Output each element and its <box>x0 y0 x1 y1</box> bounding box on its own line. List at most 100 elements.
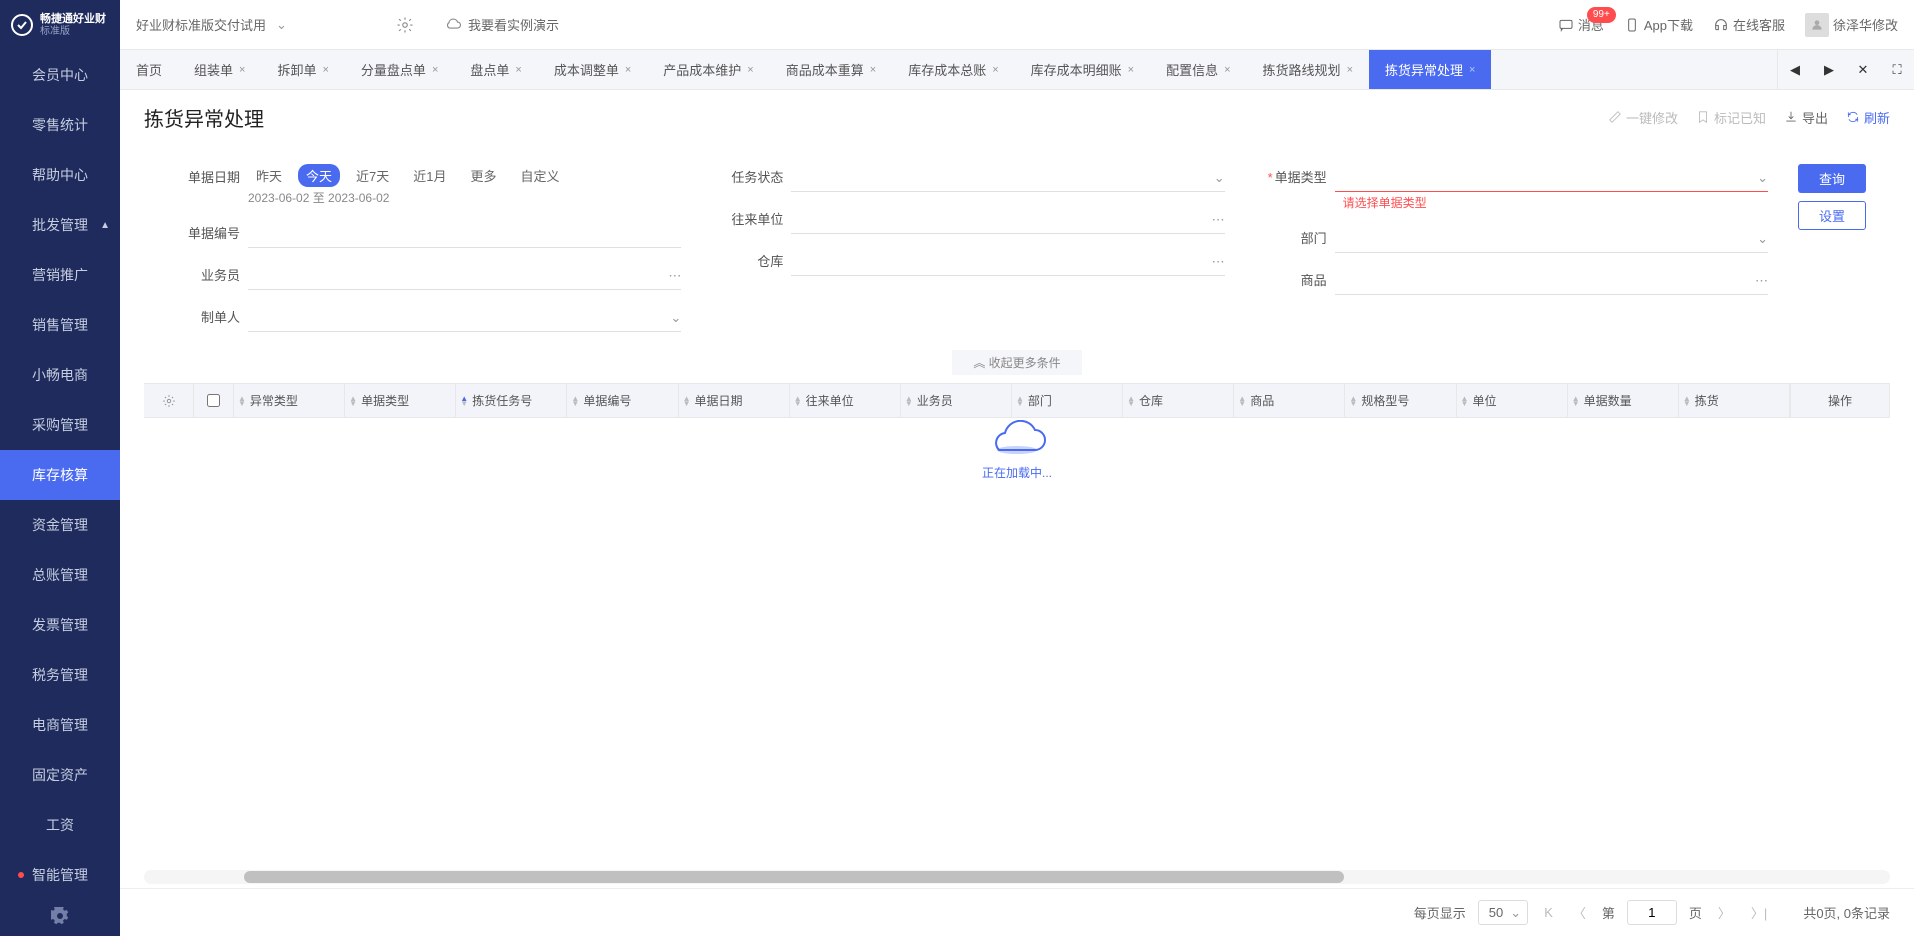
query-button[interactable]: 查询 <box>1798 164 1866 193</box>
close-icon[interactable]: × <box>992 64 998 76</box>
close-icon[interactable]: × <box>747 64 753 76</box>
table-column-header[interactable]: ▲▼拣货任务号 <box>456 384 567 417</box>
date-shortcut[interactable]: 更多 <box>463 164 505 187</box>
app-download-button[interactable]: App下载 <box>1624 15 1693 34</box>
close-icon[interactable]: × <box>1347 64 1353 76</box>
sidebar-item[interactable]: 销售管理 <box>0 300 120 350</box>
page-input[interactable] <box>1627 900 1677 925</box>
date-shortcut[interactable]: 今天 <box>298 164 340 187</box>
settings-button[interactable]: 设置 <box>1798 201 1866 230</box>
date-shortcut[interactable]: 近1月 <box>405 164 454 187</box>
filter-product-input[interactable]: ⋯ <box>1335 267 1768 295</box>
close-icon[interactable]: × <box>239 64 245 76</box>
tab[interactable]: 成本调整单× <box>538 50 647 89</box>
filter-doctype-input[interactable]: ⌄ <box>1335 164 1768 192</box>
sidebar-item[interactable]: 小畅电商 <box>0 350 120 400</box>
tabs-next-button[interactable]: ▶ <box>1812 50 1846 90</box>
sidebar-item[interactable]: 税务管理 <box>0 650 120 700</box>
date-shortcut[interactable]: 自定义 <box>513 164 568 187</box>
tab[interactable]: 产品成本维护× <box>647 50 769 89</box>
sidebar-item[interactable]: 零售统计 <box>0 100 120 150</box>
table-column-header[interactable]: ▲▼商品 <box>1234 384 1345 417</box>
tab[interactable]: 盘点单× <box>454 50 537 89</box>
date-shortcut[interactable]: 昨天 <box>248 164 290 187</box>
tab[interactable]: 库存成本总账× <box>892 50 1014 89</box>
page-first-button[interactable]: K <box>1540 905 1557 920</box>
date-shortcut[interactable]: 近7天 <box>348 164 397 187</box>
tabs-close-button[interactable]: ✕ <box>1846 50 1880 90</box>
sidebar-item[interactable]: 帮助中心 <box>0 150 120 200</box>
close-icon[interactable]: × <box>1469 64 1475 76</box>
table-column-header[interactable]: ▲▼部门 <box>1012 384 1123 417</box>
filter-maker-input[interactable]: ⌄ <box>248 304 681 332</box>
tab[interactable]: 配置信息× <box>1150 50 1246 89</box>
sidebar-item[interactable]: 资金管理 <box>0 500 120 550</box>
horizontal-scrollbar[interactable] <box>144 870 1890 884</box>
filter-warehouse-label: 仓库 <box>711 248 791 276</box>
sidebar-item[interactable]: 电商管理 <box>0 700 120 750</box>
table-column-header[interactable]: ▲▼业务员 <box>901 384 1012 417</box>
tab[interactable]: 库存成本明细账× <box>1015 50 1150 89</box>
sidebar-item[interactable]: 固定资产 <box>0 750 120 800</box>
filter-warehouse-input[interactable]: ⋯ <box>791 248 1224 276</box>
filter-operator-input[interactable]: ⋯ <box>248 262 681 290</box>
filter-taskstatus-input[interactable]: ⌄ <box>791 164 1224 192</box>
close-icon[interactable]: × <box>432 64 438 76</box>
table-column-header[interactable]: ▲▼单据类型 <box>345 384 456 417</box>
tab[interactable]: 拆卸单× <box>261 50 344 89</box>
table-column-header[interactable]: ▲▼单位 <box>1457 384 1568 417</box>
tabs-expand-button[interactable]: ⛶ <box>1880 50 1914 90</box>
sidebar-item[interactable]: 工资 <box>0 800 120 850</box>
table-column-header[interactable]: ▲▼单据日期 <box>679 384 790 417</box>
app-selector[interactable]: 好业财标准版交付试用 ⌄ <box>136 15 396 34</box>
table-column-header[interactable]: ▲▼异常类型 <box>234 384 345 417</box>
table-column-header[interactable]: ▲▼往来单位 <box>790 384 901 417</box>
tab[interactable]: 首页 <box>120 50 178 89</box>
filter-docno-input[interactable] <box>248 220 681 248</box>
tab[interactable]: 拣货异常处理× <box>1369 50 1491 89</box>
close-icon[interactable]: × <box>515 64 521 76</box>
page-last-button[interactable]: 〉| <box>1747 903 1771 922</box>
checkbox[interactable] <box>207 394 220 407</box>
sidebar-item[interactable]: 采购管理 <box>0 400 120 450</box>
table-checkbox-all[interactable] <box>194 384 234 417</box>
close-icon[interactable]: × <box>870 64 876 76</box>
table-column-header[interactable]: ▲▼规格型号 <box>1345 384 1456 417</box>
collapse-filter-button[interactable]: ︽ 收起更多条件 <box>952 350 1082 375</box>
per-page-select[interactable]: 50 <box>1478 900 1528 925</box>
sidebar-item[interactable]: 会员中心 <box>0 50 120 100</box>
table-column-header[interactable]: ▲▼单据编号 <box>567 384 678 417</box>
sidebar-item[interactable]: 批发管理▲ <box>0 200 120 250</box>
close-icon[interactable]: × <box>322 64 328 76</box>
table-column-header[interactable]: ▲▼拣货 <box>1679 384 1790 417</box>
close-icon[interactable]: × <box>625 64 631 76</box>
refresh-button[interactable]: 刷新 <box>1846 108 1890 127</box>
export-button[interactable]: 导出 <box>1784 108 1828 127</box>
table-column-header[interactable]: ▲▼单据数量 <box>1568 384 1679 417</box>
customer-service-button[interactable]: 在线客服 <box>1713 15 1785 34</box>
sidebar-item[interactable]: 发票管理 <box>0 600 120 650</box>
tabs-prev-button[interactable]: ◀ <box>1778 50 1812 90</box>
tab[interactable]: 拣货路线规划× <box>1247 50 1369 89</box>
filter-partner-input[interactable]: ⋯ <box>791 206 1224 234</box>
table-column-header[interactable]: ▲▼仓库 <box>1123 384 1234 417</box>
tab[interactable]: 商品成本重算× <box>770 50 892 89</box>
sidebar-settings[interactable] <box>0 896 120 936</box>
table-settings-button[interactable] <box>144 384 194 417</box>
sidebar-item[interactable]: 库存核算 <box>0 450 120 500</box>
scrollbar-thumb[interactable] <box>244 871 1344 883</box>
page-prev-button[interactable]: 〈 <box>1569 903 1590 922</box>
sidebar-item[interactable]: 智能管理 <box>0 850 120 896</box>
close-icon[interactable]: × <box>1128 64 1134 76</box>
sidebar-item[interactable]: 总账管理 <box>0 550 120 600</box>
settings-icon[interactable] <box>396 16 414 34</box>
filter-dept-input[interactable]: ⌄ <box>1335 225 1768 253</box>
demo-link[interactable]: 我要看实例演示 <box>444 15 559 34</box>
tab[interactable]: 组装单× <box>178 50 261 89</box>
page-next-button[interactable]: 〉 <box>1714 903 1735 922</box>
user-menu[interactable]: 徐泽华修改 <box>1805 13 1898 37</box>
messages-button[interactable]: 消息 99+ <box>1558 15 1604 34</box>
tab[interactable]: 分量盘点单× <box>345 50 454 89</box>
close-icon[interactable]: × <box>1224 64 1230 76</box>
sidebar-item[interactable]: 营销推广 <box>0 250 120 300</box>
